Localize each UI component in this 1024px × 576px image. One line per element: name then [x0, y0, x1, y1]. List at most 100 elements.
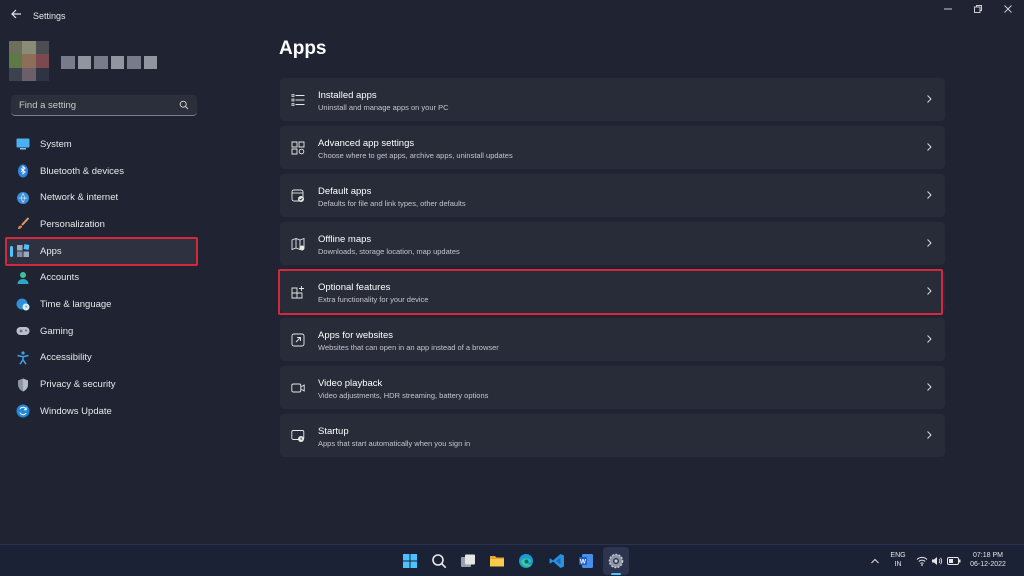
chevron-up-icon[interactable]	[867, 553, 883, 569]
restore-button[interactable]	[970, 4, 986, 16]
windows-start-icon[interactable]	[402, 553, 418, 569]
vscode-icon[interactable]	[549, 553, 565, 569]
card-title: Apps for websites	[318, 330, 393, 341]
sidebar-item-label: Accounts	[40, 272, 80, 284]
shield-icon	[16, 378, 30, 392]
word-icon[interactable]: W	[578, 553, 594, 569]
sidebar-item-accessibility[interactable]: Accessibility	[6, 345, 198, 372]
card-subtitle: Video adjustments, HDR streaming, batter…	[318, 391, 489, 400]
card-installed-apps[interactable]: Installed apps Uninstall and manage apps…	[280, 78, 945, 121]
sidebar-item-label: Personalization	[40, 218, 105, 230]
sidebar-item-system[interactable]: System	[6, 131, 198, 158]
app-settings-icon	[291, 141, 305, 155]
sidebar-item-network[interactable]: Network & internet	[6, 184, 198, 211]
person-icon	[16, 271, 30, 285]
chevron-right-icon	[927, 191, 932, 199]
search-input[interactable]: Find a setting	[11, 95, 197, 116]
minimize-button[interactable]	[940, 4, 956, 16]
card-default-apps[interactable]: Default apps Defaults for file and link …	[280, 174, 945, 217]
search-icon[interactable]	[431, 553, 447, 569]
wifi-icon	[16, 191, 30, 205]
profile-name-blurred	[61, 56, 157, 69]
sidebar-item-label: System	[40, 138, 72, 150]
card-title: Default apps	[318, 186, 372, 197]
chevron-right-icon	[927, 239, 932, 247]
accessibility-icon	[16, 351, 30, 365]
clock[interactable]: 07:18 PM 06-12-2022	[966, 552, 1010, 568]
close-button[interactable]	[1000, 4, 1016, 16]
sidebar-item-windows-update[interactable]: Windows Update	[6, 398, 198, 425]
chevron-right-icon	[927, 335, 932, 343]
sidebar-item-gaming[interactable]: Gaming	[6, 318, 198, 345]
bluetooth-icon	[16, 164, 30, 178]
highlight-box-apps	[5, 237, 198, 266]
avatar[interactable]	[9, 41, 49, 81]
list-icon	[291, 94, 305, 106]
settings-window: Settings Find a setting System Bluetooth…	[0, 0, 1024, 544]
settings-icon[interactable]	[608, 553, 624, 569]
language-line-1: ENG	[890, 552, 906, 559]
sidebar-item-label: Bluetooth & devices	[40, 165, 124, 177]
language-indicator[interactable]: ENG IN	[884, 552, 912, 568]
page-title: Apps	[279, 38, 327, 59]
active-app-underline	[611, 573, 621, 575]
startup-icon	[291, 430, 305, 442]
sidebar-item-label: Accessibility	[40, 352, 92, 364]
title-bar: Settings	[0, 0, 1024, 32]
sidebar-item-label: Windows Update	[40, 405, 112, 417]
sidebar-item-label: Gaming	[40, 325, 74, 337]
clock-date: 06-12-2022	[970, 561, 1006, 568]
sidebar-item-personalization[interactable]: Personalization	[6, 211, 198, 238]
wifi-icon[interactable]	[916, 553, 928, 569]
card-advanced-app-settings[interactable]: Advanced app settings Choose where to ge…	[280, 126, 945, 169]
default-apps-icon	[291, 189, 304, 202]
map-icon	[291, 237, 305, 251]
globe-clock-icon	[16, 297, 30, 311]
sidebar-item-label: Privacy & security	[40, 379, 116, 391]
chevron-right-icon	[927, 431, 932, 439]
sidebar-item-label: Time & language	[40, 298, 112, 310]
sidebar-item-privacy[interactable]: Privacy & security	[6, 371, 198, 398]
sidebar-item-bluetooth[interactable]: Bluetooth & devices	[6, 158, 198, 185]
clock-time: 07:18 PM	[973, 552, 1003, 559]
card-subtitle: Defaults for file and link types, other …	[318, 199, 466, 208]
sidebar-item-time-language[interactable]: Time & language	[6, 291, 198, 318]
link-app-icon	[291, 333, 305, 347]
card-offline-maps[interactable]: Offline maps Downloads, storage location…	[280, 222, 945, 265]
card-title: Advanced app settings	[318, 138, 415, 149]
search-placeholder: Find a setting	[19, 100, 77, 111]
edge-icon[interactable]	[518, 553, 534, 569]
sidebar-nav: System Bluetooth & devices Network & int…	[6, 131, 198, 425]
file-explorer-icon[interactable]	[489, 553, 505, 569]
language-line-2: IN	[894, 561, 902, 568]
task-view-icon[interactable]	[460, 553, 476, 569]
card-startup[interactable]: Startup Apps that start automatically wh…	[280, 414, 945, 457]
card-title: Offline maps	[318, 234, 372, 245]
brush-icon	[16, 217, 30, 231]
battery-icon[interactable]	[947, 553, 961, 569]
update-icon	[16, 404, 30, 418]
taskbar: W ENG IN 07:18 PM 06-12-2022	[0, 544, 1024, 576]
chevron-right-icon	[927, 95, 932, 103]
sidebar-item-accounts[interactable]: Accounts	[6, 264, 198, 291]
card-title: Video playback	[318, 378, 383, 389]
search-icon	[179, 100, 189, 110]
monitor-icon	[16, 137, 30, 151]
card-video-playback[interactable]: Video playback Video adjustments, HDR st…	[280, 366, 945, 409]
chevron-right-icon	[927, 143, 932, 151]
back-arrow-icon[interactable]	[8, 8, 24, 24]
highlight-box-optional-features	[278, 269, 943, 315]
video-icon	[291, 383, 305, 393]
volume-icon[interactable]	[931, 553, 943, 569]
sidebar-item-label: Network & internet	[40, 192, 119, 204]
card-subtitle: Choose where to get apps, archive apps, …	[318, 151, 513, 160]
chevron-right-icon	[927, 383, 932, 391]
card-subtitle: Downloads, storage location, map updates	[318, 247, 460, 256]
app-title: Settings	[33, 11, 66, 21]
svg-text:W: W	[580, 559, 587, 566]
card-title: Installed apps	[318, 90, 377, 101]
card-apps-for-websites[interactable]: Apps for websites Websites that can open…	[280, 318, 945, 361]
card-title: Startup	[318, 426, 349, 437]
card-subtitle: Websites that can open in an app instead…	[318, 343, 499, 352]
gamepad-icon	[16, 324, 30, 338]
